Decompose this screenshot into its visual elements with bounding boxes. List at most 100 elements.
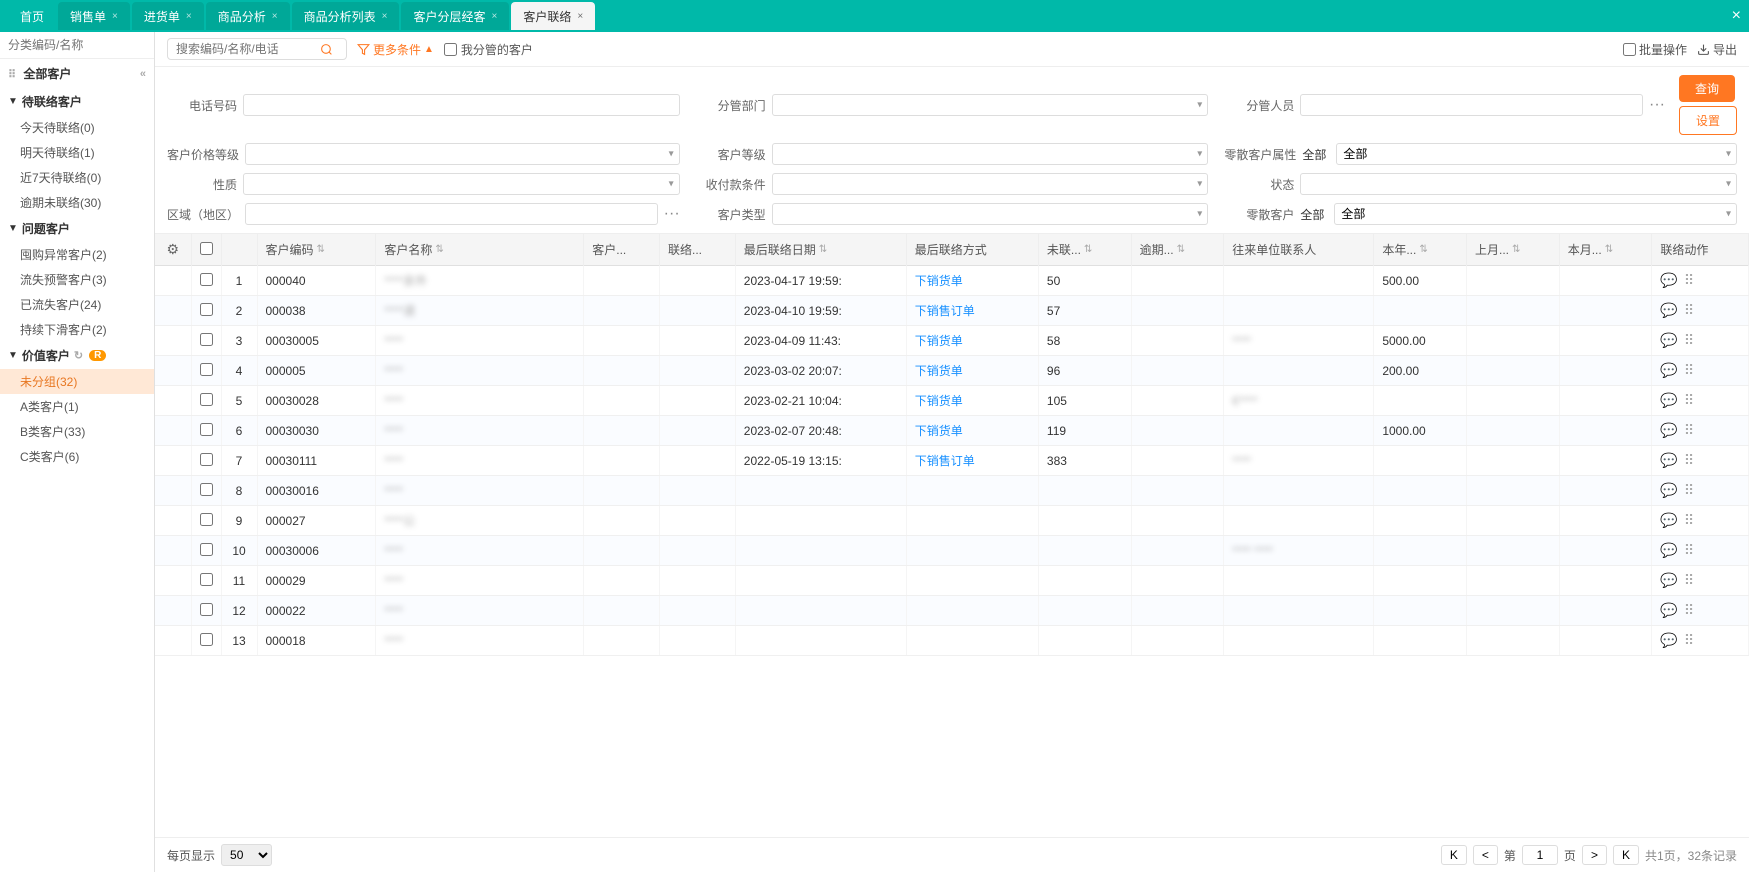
cell-last-way[interactable] bbox=[906, 536, 1038, 566]
sidebar-group-problem[interactable]: ▼ 问题客户 bbox=[0, 215, 154, 242]
cell-last-way[interactable] bbox=[906, 476, 1038, 506]
cell-check[interactable] bbox=[191, 506, 221, 536]
close-icon[interactable]: × bbox=[491, 11, 497, 22]
cell-check[interactable] bbox=[191, 536, 221, 566]
sidebar-item-class-c[interactable]: C类客户(6) bbox=[0, 444, 154, 469]
manager-more-button[interactable]: ··· bbox=[1649, 96, 1665, 114]
cell-check[interactable] bbox=[191, 386, 221, 416]
contact-way-link[interactable]: 下销货单 bbox=[915, 394, 963, 408]
reset-button[interactable]: 设置 bbox=[1679, 106, 1737, 135]
sidebar-item-churn-warning[interactable]: 流失预警客户(3) bbox=[0, 267, 154, 292]
contact-icon[interactable]: 💬 bbox=[1660, 512, 1677, 529]
cell-check[interactable] bbox=[191, 596, 221, 626]
contact-icon[interactable]: 💬 bbox=[1660, 362, 1677, 379]
row-checkbox[interactable] bbox=[200, 513, 213, 526]
cell-last-way[interactable] bbox=[906, 626, 1038, 656]
my-customers-checkbox[interactable]: 我分管的客户 bbox=[444, 41, 533, 58]
contact-way-link[interactable]: 下销货单 bbox=[915, 424, 963, 438]
contact-icon[interactable]: 💬 bbox=[1660, 422, 1677, 439]
contact-icon[interactable]: 💬 bbox=[1660, 572, 1677, 589]
sidebar-item-overdue-pending[interactable]: 逾期未联络(30) bbox=[0, 190, 154, 215]
cell-last-way[interactable]: 下销货单 bbox=[906, 356, 1038, 386]
cell-check[interactable] bbox=[191, 326, 221, 356]
export-button[interactable]: 导出 bbox=[1697, 41, 1737, 58]
row-checkbox[interactable] bbox=[200, 393, 213, 406]
cell-check[interactable] bbox=[191, 626, 221, 656]
cell-check[interactable] bbox=[191, 566, 221, 596]
query-button[interactable]: 查询 bbox=[1679, 75, 1735, 102]
more-icon[interactable]: ⠿ bbox=[1684, 632, 1694, 649]
cell-last-way[interactable] bbox=[906, 506, 1038, 536]
sidebar-item-7day-pending[interactable]: 近7天待联络(0) bbox=[0, 165, 154, 190]
sidebar-search-input[interactable] bbox=[8, 38, 155, 52]
filter-select-retail-customer[interactable]: 全部 bbox=[1334, 203, 1737, 225]
more-icon[interactable]: ⠿ bbox=[1684, 512, 1694, 529]
filter-input-region[interactable] bbox=[245, 203, 658, 225]
contact-icon[interactable]: 💬 bbox=[1660, 272, 1677, 289]
sidebar-item-declining[interactable]: 持续下滑客户(2) bbox=[0, 317, 154, 342]
sidebar-item-tomorrow-pending[interactable]: 明天待联络(1) bbox=[0, 140, 154, 165]
close-icon[interactable]: × bbox=[272, 11, 278, 22]
nav-tab-product-analysis[interactable]: 商品分析 × bbox=[206, 2, 290, 30]
cell-check[interactable] bbox=[191, 416, 221, 446]
select-all-checkbox[interactable] bbox=[200, 242, 213, 255]
cell-last-way[interactable]: 下销售订单 bbox=[906, 296, 1038, 326]
cell-last-way[interactable]: 下销售订单 bbox=[906, 446, 1038, 476]
prev-page-button[interactable]: < bbox=[1473, 845, 1498, 865]
sidebar-item-today-pending[interactable]: 今天待联络(0) bbox=[0, 115, 154, 140]
row-checkbox[interactable] bbox=[200, 603, 213, 616]
nav-tab-product-analysis-list[interactable]: 商品分析列表 × bbox=[292, 2, 400, 30]
sort-icon[interactable]: ⇅ bbox=[1084, 244, 1092, 255]
my-customers-check[interactable] bbox=[444, 43, 457, 56]
sidebar-item-abnormal[interactable]: 囤购异常客户(2) bbox=[0, 242, 154, 267]
sort-icon[interactable]: ⇅ bbox=[1605, 244, 1613, 255]
more-icon[interactable]: ⠿ bbox=[1684, 422, 1694, 439]
more-icon[interactable]: ⠿ bbox=[1684, 332, 1694, 349]
contact-way-link[interactable]: 下销货单 bbox=[915, 274, 963, 288]
first-page-button[interactable]: K bbox=[1441, 845, 1467, 865]
cell-check[interactable] bbox=[191, 266, 221, 296]
contact-way-link[interactable]: 下销货单 bbox=[915, 364, 963, 378]
region-more-button[interactable]: ··· bbox=[664, 205, 680, 223]
more-conditions-button[interactable]: 更多条件 ▲ bbox=[357, 41, 434, 58]
sidebar-group-value[interactable]: ▼ 价值客户 ↻ R bbox=[0, 342, 154, 369]
more-icon[interactable]: ⠿ bbox=[1684, 482, 1694, 499]
filter-search-input[interactable] bbox=[176, 42, 316, 56]
contact-icon[interactable]: 💬 bbox=[1660, 452, 1677, 469]
close-all-button[interactable]: × bbox=[1732, 7, 1741, 25]
sort-icon[interactable]: ⇅ bbox=[1177, 244, 1185, 255]
contact-icon[interactable]: 💬 bbox=[1660, 392, 1677, 409]
all-customers-header[interactable]: ⠿ 全部客户 « bbox=[0, 59, 154, 88]
batch-checkbox[interactable] bbox=[1623, 43, 1636, 56]
cell-last-way[interactable]: 下销货单 bbox=[906, 326, 1038, 356]
contact-icon[interactable]: 💬 bbox=[1660, 482, 1677, 499]
close-icon[interactable]: × bbox=[186, 11, 192, 22]
last-page-button[interactable]: K bbox=[1613, 845, 1639, 865]
sidebar-item-class-b[interactable]: B类客户(33) bbox=[0, 419, 154, 444]
filter-select-retail-attr[interactable]: 全部 bbox=[1336, 143, 1737, 165]
cell-check[interactable] bbox=[191, 476, 221, 506]
row-checkbox[interactable] bbox=[200, 453, 213, 466]
nav-tab-sales[interactable]: 销售单 × bbox=[58, 2, 130, 30]
contact-icon[interactable]: 💬 bbox=[1660, 632, 1677, 649]
more-icon[interactable]: ⠿ bbox=[1684, 272, 1694, 289]
cell-check[interactable] bbox=[191, 356, 221, 386]
row-checkbox[interactable] bbox=[200, 423, 213, 436]
contact-way-link[interactable]: 下销货单 bbox=[915, 334, 963, 348]
cell-last-way[interactable]: 下销货单 bbox=[906, 266, 1038, 296]
contact-way-link[interactable]: 下销售订单 bbox=[915, 304, 975, 318]
more-icon[interactable]: ⠿ bbox=[1684, 572, 1694, 589]
sidebar-item-class-a[interactable]: A类客户(1) bbox=[0, 394, 154, 419]
row-checkbox[interactable] bbox=[200, 543, 213, 556]
more-icon[interactable]: ⠿ bbox=[1684, 362, 1694, 379]
filter-input-phone[interactable] bbox=[243, 94, 680, 116]
page-number-input[interactable] bbox=[1522, 845, 1558, 865]
contact-icon[interactable]: 💬 bbox=[1660, 602, 1677, 619]
row-checkbox[interactable] bbox=[200, 483, 213, 496]
batch-ops-button[interactable]: 批量操作 bbox=[1623, 41, 1687, 58]
filter-select-customer-type[interactable] bbox=[772, 203, 1209, 225]
more-icon[interactable]: ⠿ bbox=[1684, 542, 1694, 559]
contact-icon[interactable]: 💬 bbox=[1660, 302, 1677, 319]
cell-check[interactable] bbox=[191, 296, 221, 326]
contact-icon[interactable]: 💬 bbox=[1660, 332, 1677, 349]
